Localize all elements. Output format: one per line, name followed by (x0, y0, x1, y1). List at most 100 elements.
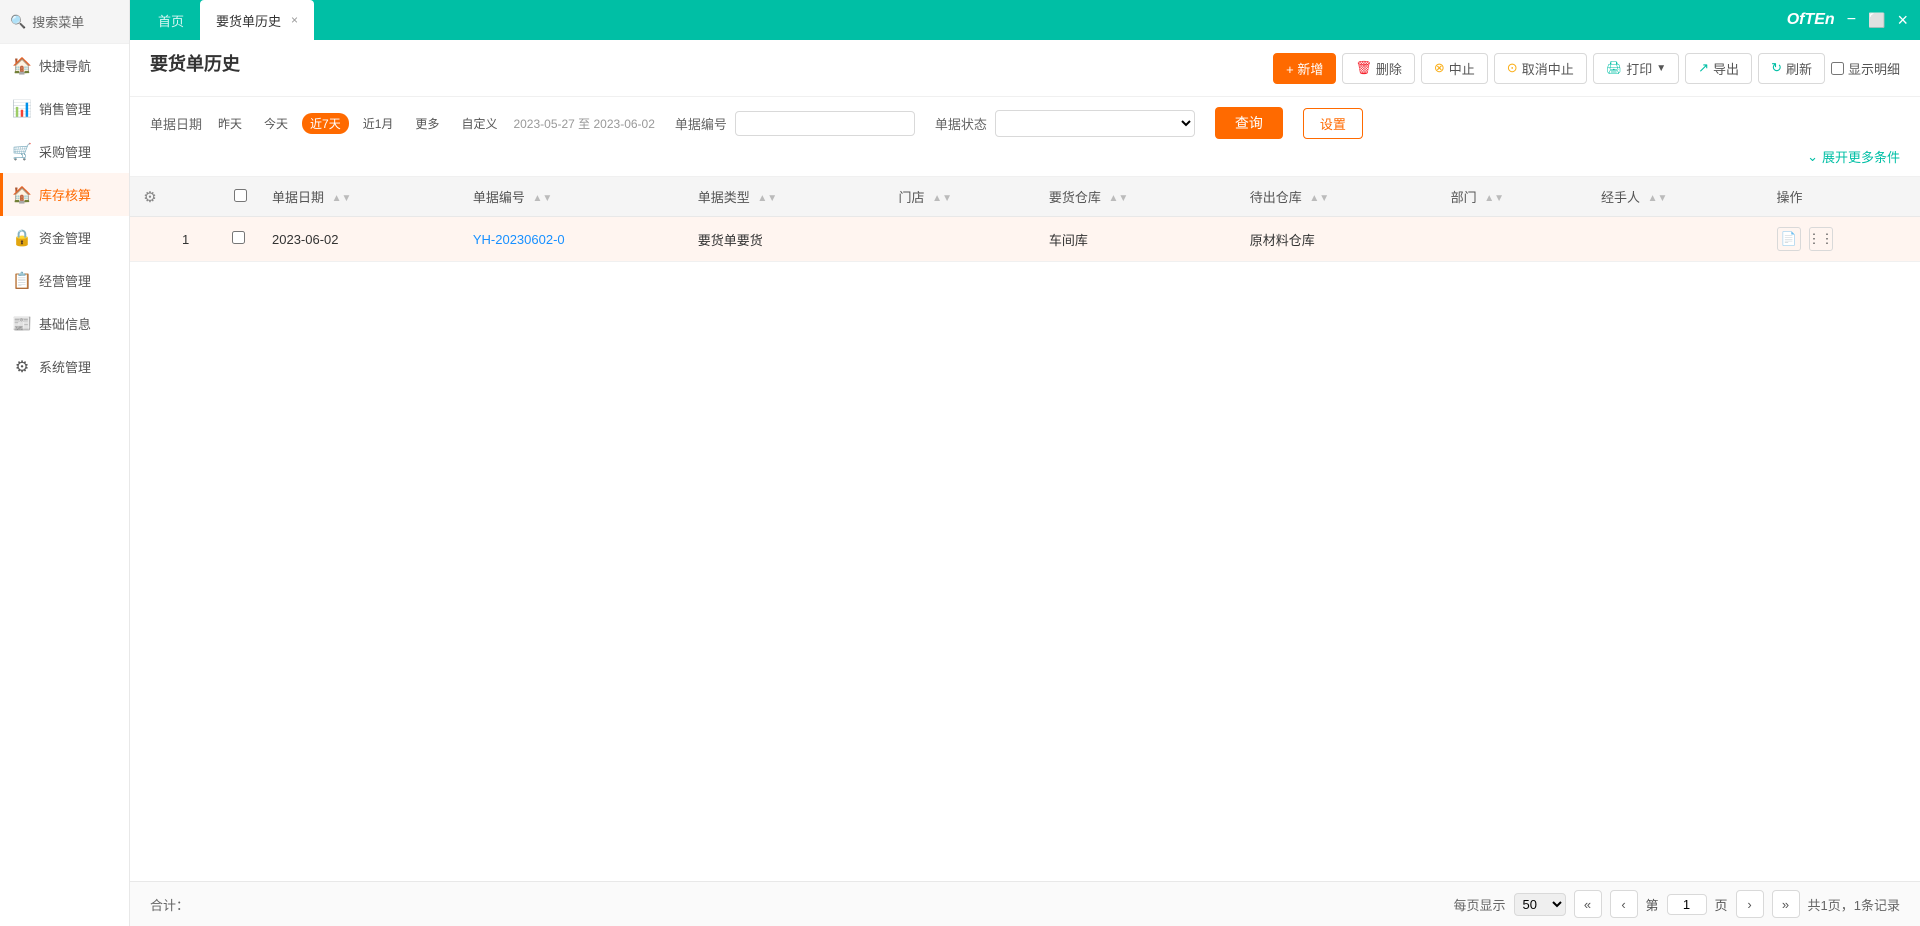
footer: 合计： 每页显示 20 50 100 « ‹ 第 页 › » 共1页，1条记录 (130, 881, 1920, 926)
page-toolbar: + 新增 🗑 删除 ⊗ 中止 ⊙ 取消中止 🖨 打印 ▼ (1273, 53, 1900, 84)
footer-summary: 合计： (150, 895, 189, 914)
tab-active-label: 要货单历史 (216, 11, 281, 30)
sort-shop-icon: ▲▼ (932, 194, 952, 204)
first-page-btn[interactable]: « (1574, 890, 1602, 918)
refresh-button[interactable]: ↻ 刷新 (1758, 53, 1825, 84)
window-close-btn[interactable]: × (1897, 10, 1908, 31)
settings-button[interactable]: 设置 (1303, 108, 1363, 139)
sidebar-item-basic[interactable]: 📰 基础信息 (0, 302, 129, 345)
sidebar-item-operation[interactable]: 📋 经营管理 (0, 259, 129, 302)
shortcut-1month[interactable]: 近1月 (355, 113, 402, 134)
cart-icon: 🛒 (13, 143, 31, 161)
display-detail-checkbox[interactable] (1831, 62, 1844, 75)
col-operation: 操作 (1765, 177, 1920, 217)
query-button[interactable]: 查询 (1215, 107, 1283, 139)
lock-icon: 🔒 (13, 229, 31, 247)
col-shop[interactable]: 门店 ▲▼ (887, 177, 1037, 217)
col-number[interactable]: 单据编号 ▲▼ (461, 177, 686, 217)
shortcut-yesterday[interactable]: 昨天 (210, 113, 250, 134)
col-department[interactable]: 部门 ▲▼ (1439, 177, 1589, 217)
tab-home[interactable]: 首页 (142, 0, 200, 40)
row-checkbox[interactable] (232, 231, 245, 244)
col-req-warehouse[interactable]: 要货仓库 ▲▼ (1037, 177, 1238, 217)
sidebar-item-label: 采购管理 (39, 142, 91, 161)
sidebar: 🔍 搜索菜单 🏠 快捷导航 📊 销售管理 🛒 采购管理 🏠 库存核算 🔒 资金管… (0, 0, 130, 926)
date-range-text: 2023-05-27 至 2023-06-02 (513, 115, 654, 132)
status-select[interactable] (995, 110, 1195, 137)
date-filter-label: 单据日期 (150, 114, 202, 133)
export-button[interactable]: ↗ 导出 (1685, 53, 1752, 84)
display-detail-label[interactable]: 显示明细 (1831, 59, 1900, 78)
page-size-select[interactable]: 20 50 100 (1514, 893, 1566, 916)
shortcut-custom[interactable]: 自定义 (453, 113, 505, 134)
shortcut-today[interactable]: 今天 (256, 113, 296, 134)
col-pending-warehouse[interactable]: 待出仓库 ▲▼ (1238, 177, 1439, 217)
row-index-cell: 1 (170, 217, 220, 262)
chart-icon: 📊 (13, 100, 31, 118)
col-date[interactable]: 单据日期 ▲▼ (260, 177, 461, 217)
sort-type-icon: ▲▼ (757, 194, 777, 204)
sidebar-item-quick-nav[interactable]: 🏠 快捷导航 (0, 44, 129, 87)
row-shop-cell (887, 217, 1037, 262)
table-row: 1 2023-06-02 YH-20230602-0 要货单要货 (130, 217, 1920, 262)
sort-pending-warehouse-icon: ▲▼ (1309, 194, 1329, 204)
row-checkbox-cell[interactable] (220, 217, 260, 262)
next-page-btn[interactable]: › (1736, 890, 1764, 918)
gear-icon: ⚙ (13, 358, 31, 376)
window-maximize-btn[interactable]: ⬜ (1868, 12, 1885, 29)
status-label: 单据状态 (935, 114, 987, 133)
sidebar-item-inventory[interactable]: 🏠 库存核算 (0, 173, 129, 216)
sort-req-warehouse-icon: ▲▼ (1109, 194, 1129, 204)
shortcut-more[interactable]: 更多 (407, 113, 447, 134)
sidebar-item-label: 基础信息 (39, 314, 91, 333)
sidebar-item-label: 快捷导航 (39, 56, 91, 75)
doc-number-input[interactable] (735, 111, 915, 136)
row-number-cell[interactable]: YH-20230602-0 (461, 217, 686, 262)
delete-button[interactable]: 🗑 删除 (1342, 53, 1415, 84)
window-minimize-btn[interactable]: − (1847, 11, 1856, 29)
cancel-stop-button[interactable]: ⊙ 取消中止 (1494, 53, 1587, 84)
row-number-link[interactable]: YH-20230602-0 (473, 232, 565, 247)
tab-active[interactable]: 要货单历史 × (200, 0, 314, 40)
sidebar-item-label: 销售管理 (39, 99, 91, 118)
shortcut-7days[interactable]: 近7天 (302, 113, 349, 134)
doc-number-label: 单据编号 (675, 114, 727, 133)
sidebar-search[interactable]: 🔍 搜索菜单 (0, 0, 129, 44)
delete-icon: 🗑 (1355, 60, 1372, 76)
row-more-icon[interactable]: ⋮⋮ (1809, 227, 1833, 251)
col-settings[interactable]: ⚙ (130, 177, 170, 217)
sidebar-item-label: 库存核算 (39, 185, 91, 204)
col-type[interactable]: 单据类型 ▲▼ (686, 177, 887, 217)
sidebar-item-label: 资金管理 (39, 228, 91, 247)
sidebar-item-purchase[interactable]: 🛒 采购管理 (0, 130, 129, 173)
document-icon: 📰 (13, 315, 31, 333)
sidebar-item-system[interactable]: ⚙ 系统管理 (0, 345, 129, 388)
col-handler[interactable]: 经手人 ▲▼ (1589, 177, 1765, 217)
page-number-input[interactable] (1667, 894, 1707, 915)
export-icon: ↗ (1698, 60, 1709, 76)
sidebar-item-finance[interactable]: 🔒 资金管理 (0, 216, 129, 259)
doc-number-filter-group: 单据编号 (675, 111, 915, 136)
prev-page-btn[interactable]: ‹ (1610, 890, 1638, 918)
print-button[interactable]: 🖨 打印 ▼ (1593, 53, 1679, 84)
page-label: 第 (1646, 895, 1659, 914)
tab-close-icon[interactable]: × (291, 13, 298, 27)
column-settings-icon[interactable]: ⚙ (143, 189, 156, 206)
page-title: 要货单历史 (150, 50, 240, 76)
select-all-checkbox[interactable] (234, 189, 247, 202)
row-edit-icon[interactable]: 📄 (1777, 227, 1801, 251)
col-checkbox[interactable] (220, 177, 260, 217)
stop-icon: ⊗ (1434, 60, 1445, 76)
per-page-label: 每页显示 (1453, 895, 1505, 914)
row-req-warehouse-cell: 车间库 (1037, 217, 1238, 262)
sort-handler-icon: ▲▼ (1648, 194, 1668, 204)
refresh-icon: ↻ (1771, 60, 1782, 76)
last-page-btn[interactable]: » (1772, 890, 1800, 918)
sidebar-item-sales[interactable]: 📊 销售管理 (0, 87, 129, 130)
stop-button[interactable]: ⊗ 中止 (1421, 53, 1488, 84)
chevron-down-icon: ⌄ (1807, 149, 1818, 165)
summary-label: 合计： (150, 895, 189, 914)
filter-row-1: 单据日期 昨天 今天 近7天 近1月 更多 自定义 2023-05-27 至 2… (150, 107, 1900, 139)
new-button[interactable]: + 新增 (1273, 53, 1336, 84)
expand-more-btn[interactable]: ⌄ 展开更多条件 (1807, 147, 1900, 166)
